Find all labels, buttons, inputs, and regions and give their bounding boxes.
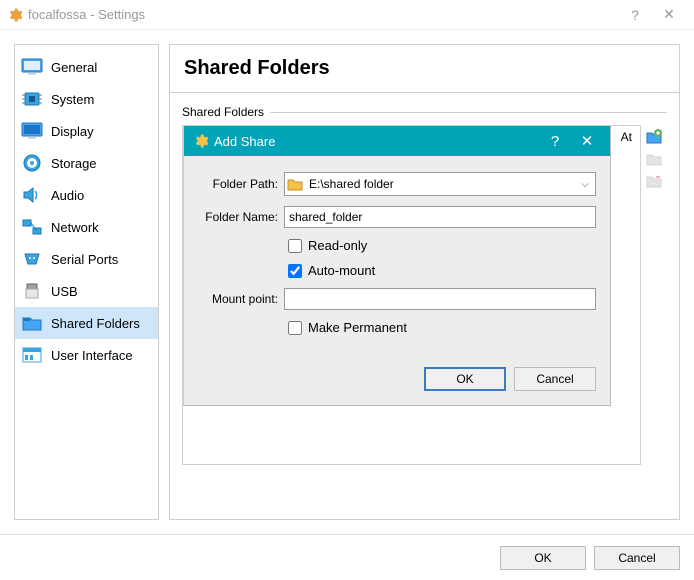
sidebar-item-network[interactable]: Network [15,211,158,243]
dialog-cancel-button[interactable]: Cancel [514,367,596,391]
sidebar-item-audio[interactable]: Audio [15,179,158,211]
chip-icon [21,90,43,108]
readonly-checkbox[interactable] [288,239,302,253]
folder-path-label: Folder Path: [198,177,278,191]
sidebar-item-storage[interactable]: Storage [15,147,158,179]
folder-icon [287,177,303,191]
sidebar-item-label: USB [51,284,78,299]
automount-checkbox[interactable] [288,264,302,278]
folder-path-dropdown[interactable]: E:\shared folder ⌵ [284,172,596,196]
sidebar-item-label: Shared Folders [51,316,140,331]
shared-folders-list[interactable]: At Add Share ? ✕ F [182,125,641,465]
edit-share-icon[interactable] [646,151,662,167]
monitor-icon [21,58,43,76]
disk-icon [21,154,43,172]
sidebar-item-shared-folders[interactable]: Shared Folders [15,307,158,339]
readonly-label: Read-only [308,238,367,253]
main-area: General System Display Storage Audio Net… [0,30,694,534]
sidebar-item-display[interactable]: Display [15,115,158,147]
sidebar-item-label: Storage [51,156,97,171]
remove-share-icon[interactable] [646,173,662,189]
sidebar-item-user-interface[interactable]: User Interface [15,339,158,371]
add-share-icon[interactable] [646,129,662,145]
gear-icon [8,8,22,22]
sidebar-item-general[interactable]: General [15,51,158,83]
folder-path-value: E:\shared folder [309,177,571,191]
automount-label: Auto-mount [308,263,375,278]
settings-cancel-button[interactable]: Cancel [594,546,680,570]
folder-name-label: Folder Name: [198,210,278,224]
sidebar-item-label: Audio [51,188,84,203]
column-header-at: At [621,130,632,144]
sidebar-item-system[interactable]: System [15,83,158,115]
dialog-close-button[interactable]: ✕ [574,132,600,150]
settings-window-titlebar: focalfossa - Settings ? ✕ [0,0,694,30]
make-permanent-label: Make Permanent [308,320,407,335]
content-panel: Shared Folders Shared Folders At Add [169,44,680,520]
sidebar-item-label: User Interface [51,348,133,363]
sidebar-item-serial-ports[interactable]: Serial Ports [15,243,158,275]
page-title: Shared Folders [184,57,665,80]
sidebar-item-label: Serial Ports [51,252,118,267]
gear-icon [194,134,208,148]
mountpoint-input[interactable] [284,288,596,310]
settings-footer: OK Cancel [0,534,694,580]
dialog-title: Add Share [214,134,536,149]
display-icon [21,122,43,140]
mountpoint-label: Mount point: [198,292,278,306]
chevron-down-icon: ⌵ [577,179,593,190]
settings-ok-button[interactable]: OK [500,546,586,570]
window-title: focalfossa - Settings [28,7,618,22]
dialog-help-button[interactable]: ? [542,133,568,150]
folder-name-input[interactable] [284,206,596,228]
network-icon [21,218,43,236]
content-header: Shared Folders [170,45,679,93]
content-body: Shared Folders At Add Share ? ✕ [170,93,679,473]
speaker-icon [21,186,43,204]
group-divider [270,112,667,113]
add-share-dialog: Add Share ? ✕ Folder Path: E:\shared fol… [183,126,611,406]
help-button[interactable]: ? [618,7,652,23]
make-permanent-checkbox[interactable] [288,321,302,335]
close-button[interactable]: ✕ [652,6,686,23]
group-label: Shared Folders [182,105,264,119]
add-share-titlebar: Add Share ? ✕ [184,126,610,156]
settings-sidebar: General System Display Storage Audio Net… [14,44,159,520]
serial-port-icon [21,250,43,268]
sidebar-item-label: Network [51,220,99,235]
folder-icon [21,314,43,332]
usb-icon [21,282,43,300]
sidebar-item-label: General [51,60,97,75]
sidebar-item-usb[interactable]: USB [15,275,158,307]
dialog-ok-button[interactable]: OK [424,367,506,391]
sidebar-item-label: Display [51,124,94,139]
ui-icon [21,346,43,364]
shared-folders-toolbar [641,125,667,465]
sidebar-item-label: System [51,92,94,107]
